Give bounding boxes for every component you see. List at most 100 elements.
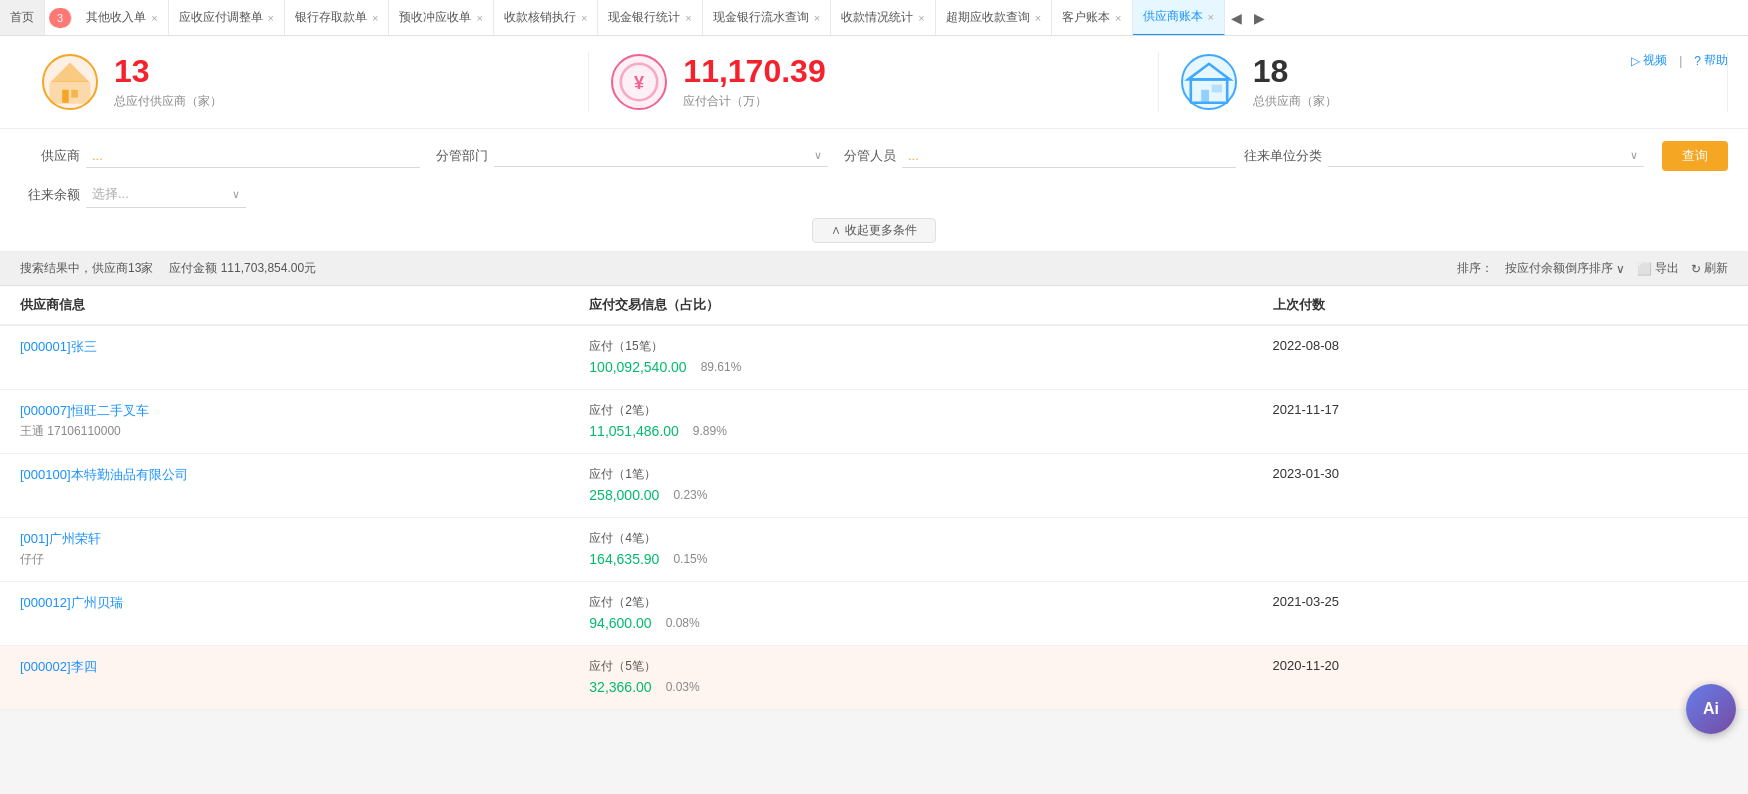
table-row: [000012]广州贝瑞 应付（2笔） 94,600.00 0.08% 2021… xyxy=(0,582,1748,646)
supplier-link-3[interactable]: [000100]本特勤油品有限公司 xyxy=(20,467,188,482)
query-button[interactable]: 查询 xyxy=(1662,141,1728,171)
nav-close-icon[interactable]: × xyxy=(476,12,482,24)
nav-tab-count[interactable]: 3 xyxy=(49,8,72,28)
filter-supplier: 供应商 ... xyxy=(20,144,420,168)
nav-tab-other-income-label: 其他收入单 xyxy=(86,9,146,26)
nav-close-icon[interactable]: × xyxy=(814,12,820,24)
collapse-section: ∧ 收起更多条件 xyxy=(20,218,1728,243)
tx-amount-1[interactable]: 100,092,540.00 xyxy=(589,359,686,375)
balance-placeholder: 选择... xyxy=(92,185,129,203)
nav-tab-cashbank-flow[interactable]: 现金银行流水查询 × xyxy=(703,0,831,36)
header-lastpay: 上次付数 xyxy=(1273,296,1728,314)
summary-text-total: 11,170.39 应付合计（万） xyxy=(683,54,825,110)
amount-icon: ¥ xyxy=(609,52,669,112)
result-amount: 应付金额 111,703,854.00元 xyxy=(169,260,316,277)
category-arrow-icon: ∨ xyxy=(1630,149,1638,162)
svg-rect-8 xyxy=(1201,90,1209,103)
nav-close-icon[interactable]: × xyxy=(1208,11,1214,23)
nav-tab-home[interactable]: 首页 xyxy=(0,0,45,36)
export-icon: ⬜ xyxy=(1637,262,1652,276)
help-links: ▷ 视频 | ? 帮助 xyxy=(1631,52,1728,69)
payable-suppliers-number: 13 xyxy=(114,54,222,89)
nav-close-icon[interactable]: × xyxy=(918,12,924,24)
ai-label: Ai xyxy=(1703,700,1719,710)
nav-tab-bank-label: 银行存取款单 xyxy=(295,9,367,26)
help-link[interactable]: ? 帮助 xyxy=(1694,52,1728,69)
collapse-button[interactable]: ∧ 收起更多条件 xyxy=(812,218,935,243)
lastpay-2: 2021-11-17 xyxy=(1273,402,1728,417)
nav-tab-cashbank-stat[interactable]: 现金银行统计 × xyxy=(598,0,702,36)
tx-percent-5: 0.08% xyxy=(666,616,700,630)
tx-amount-6[interactable]: 32,366.00 xyxy=(589,679,651,695)
category-filter-label: 往来单位分类 xyxy=(1244,147,1322,165)
nav-tab-home-label: 首页 xyxy=(10,9,34,26)
nav-tab-other-income[interactable]: 其他收入单 × xyxy=(76,0,168,36)
nav-close-icon[interactable]: × xyxy=(372,12,378,24)
sort-selector[interactable]: 按应付余额倒序排序 ∨ xyxy=(1505,260,1625,277)
refresh-button[interactable]: ↻ 刷新 xyxy=(1691,260,1728,277)
supplier-link-5[interactable]: [000012]广州贝瑞 xyxy=(20,595,123,610)
play-icon: ▷ xyxy=(1631,54,1640,68)
nav-close-icon[interactable]: × xyxy=(268,12,274,24)
nav-tab-receipt-stat[interactable]: 收款情况统计 × xyxy=(831,0,935,36)
balance-arrow-icon: ∨ xyxy=(232,188,240,201)
refresh-icon: ↻ xyxy=(1691,262,1701,276)
summary-card-payable-total: ¥ 11,170.39 应付合计（万） xyxy=(589,52,1158,112)
dept-input[interactable]: ∨ xyxy=(494,145,828,167)
nav-close-icon[interactable]: × xyxy=(685,12,691,24)
tx-amount-4[interactable]: 164,635.90 xyxy=(589,551,659,567)
transaction-info-6: 应付（5笔） 32,366.00 0.03% xyxy=(589,658,1272,695)
total-suppliers-number: 18 xyxy=(1253,54,1337,89)
tx-amount-3[interactable]: 258,000.00 xyxy=(589,487,659,503)
data-table: 供应商信息 应付交易信息（占比） 上次付数 [000001]张三 应付（15笔）… xyxy=(0,286,1748,710)
header-supplier: 供应商信息 xyxy=(20,296,589,314)
svg-text:¥: ¥ xyxy=(634,73,645,93)
nav-tab-customer-book[interactable]: 客户账本 × xyxy=(1052,0,1132,36)
supplier-link-2[interactable]: [000007]恒旺二手叉车 xyxy=(20,403,149,418)
supplier-filter-label: 供应商 xyxy=(20,147,80,165)
nav-close-icon[interactable]: × xyxy=(1035,12,1041,24)
nav-tab-overdue[interactable]: 超期应收款查询 × xyxy=(936,0,1052,36)
tx-amount-2[interactable]: 11,051,486.00 xyxy=(589,423,679,439)
person-input[interactable]: ... xyxy=(902,144,1236,168)
tx-row-2: 11,051,486.00 9.89% xyxy=(589,423,1272,439)
supplier-info-5: [000012]广州贝瑞 xyxy=(20,594,589,612)
filter-category: 往来单位分类 ∨ xyxy=(1244,145,1644,167)
nav-tab-bank[interactable]: 银行存取款单 × xyxy=(285,0,389,36)
lastpay-6: 2020-11-20 xyxy=(1273,658,1728,673)
nav-tab-prepay[interactable]: 预收冲应收单 × xyxy=(389,0,493,36)
balance-input[interactable]: 选择... ∨ xyxy=(86,181,246,208)
supplier-input[interactable]: ... xyxy=(86,144,420,168)
nav-tab-collection[interactable]: 收款核销执行 × xyxy=(494,0,598,36)
supplier-link-1[interactable]: [000001]张三 xyxy=(20,339,97,354)
tx-label-6: 应付（5笔） xyxy=(589,658,1272,675)
nav-tab-customer-book-label: 客户账本 xyxy=(1062,9,1110,26)
supplier-link-4[interactable]: [001]广州荣轩 xyxy=(20,531,101,546)
tx-row-4: 164,635.90 0.15% xyxy=(589,551,1272,567)
export-label: 导出 xyxy=(1655,260,1679,277)
tx-label-1: 应付（15笔） xyxy=(589,338,1272,355)
nav-tab-adjustment[interactable]: 应收应付调整单 × xyxy=(169,0,285,36)
transaction-info-5: 应付（2笔） 94,600.00 0.08% xyxy=(589,594,1272,631)
table-row: [000100]本特勤油品有限公司 应付（1笔） 258,000.00 0.23… xyxy=(0,454,1748,518)
nav-tab-overdue-label: 超期应收款查询 xyxy=(946,9,1030,26)
nav-tab-collection-label: 收款核销执行 xyxy=(504,9,576,26)
nav-tab-prepay-label: 预收冲应收单 xyxy=(399,9,471,26)
tx-label-5: 应付（2笔） xyxy=(589,594,1272,611)
category-input[interactable]: ∨ xyxy=(1328,145,1644,167)
tx-amount-5[interactable]: 94,600.00 xyxy=(589,615,651,631)
supplier-link-6[interactable]: [000002]李四 xyxy=(20,659,97,674)
video-link[interactable]: ▷ 视频 xyxy=(1631,52,1667,69)
nav-close-icon[interactable]: × xyxy=(581,12,587,24)
nav-close-icon[interactable]: × xyxy=(1115,12,1121,24)
question-icon: ? xyxy=(1694,54,1701,68)
svg-marker-1 xyxy=(51,63,90,83)
tx-percent-3: 0.23% xyxy=(673,488,707,502)
sort-arrow-icon: ∨ xyxy=(1616,262,1625,276)
nav-right-arrow[interactable]: ▶ xyxy=(1248,0,1271,36)
svg-rect-9 xyxy=(1211,85,1221,93)
nav-close-icon[interactable]: × xyxy=(151,12,157,24)
export-button[interactable]: ⬜ 导出 xyxy=(1637,260,1679,277)
nav-left-arrow[interactable]: ◀ xyxy=(1225,0,1248,36)
nav-tab-supplier-book[interactable]: 供应商账本 × xyxy=(1133,0,1225,36)
